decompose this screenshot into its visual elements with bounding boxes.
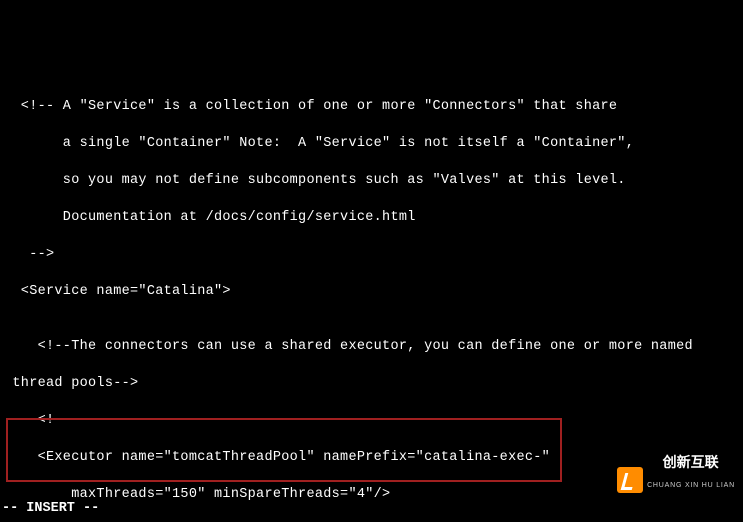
code-line: Documentation at /docs/config/service.ht…	[4, 209, 743, 228]
vim-mode-status: -- INSERT --	[0, 500, 99, 519]
code-line: -->	[4, 246, 743, 265]
code-line: <!--	[4, 412, 743, 431]
watermark-main: 创新互联	[663, 454, 719, 470]
code-line: thread pools-->	[4, 375, 743, 394]
code-line: <Service name="Catalina">	[4, 283, 743, 302]
code-line: <!--The connectors can use a shared exec…	[4, 338, 743, 357]
code-line: <!-- A "Service" is a collection of one …	[4, 98, 743, 117]
code-line: so you may not define subcomponents such…	[4, 172, 743, 191]
watermark: 创新互联 CHUANG XIN HU LIAN	[617, 444, 735, 516]
watermark-sub: CHUANG XIN HU LIAN	[647, 480, 735, 492]
watermark-text: 创新互联 CHUANG XIN HU LIAN	[647, 444, 735, 516]
code-line: a single "Container" Note: A "Service" i…	[4, 135, 743, 154]
watermark-logo-icon	[617, 467, 643, 493]
